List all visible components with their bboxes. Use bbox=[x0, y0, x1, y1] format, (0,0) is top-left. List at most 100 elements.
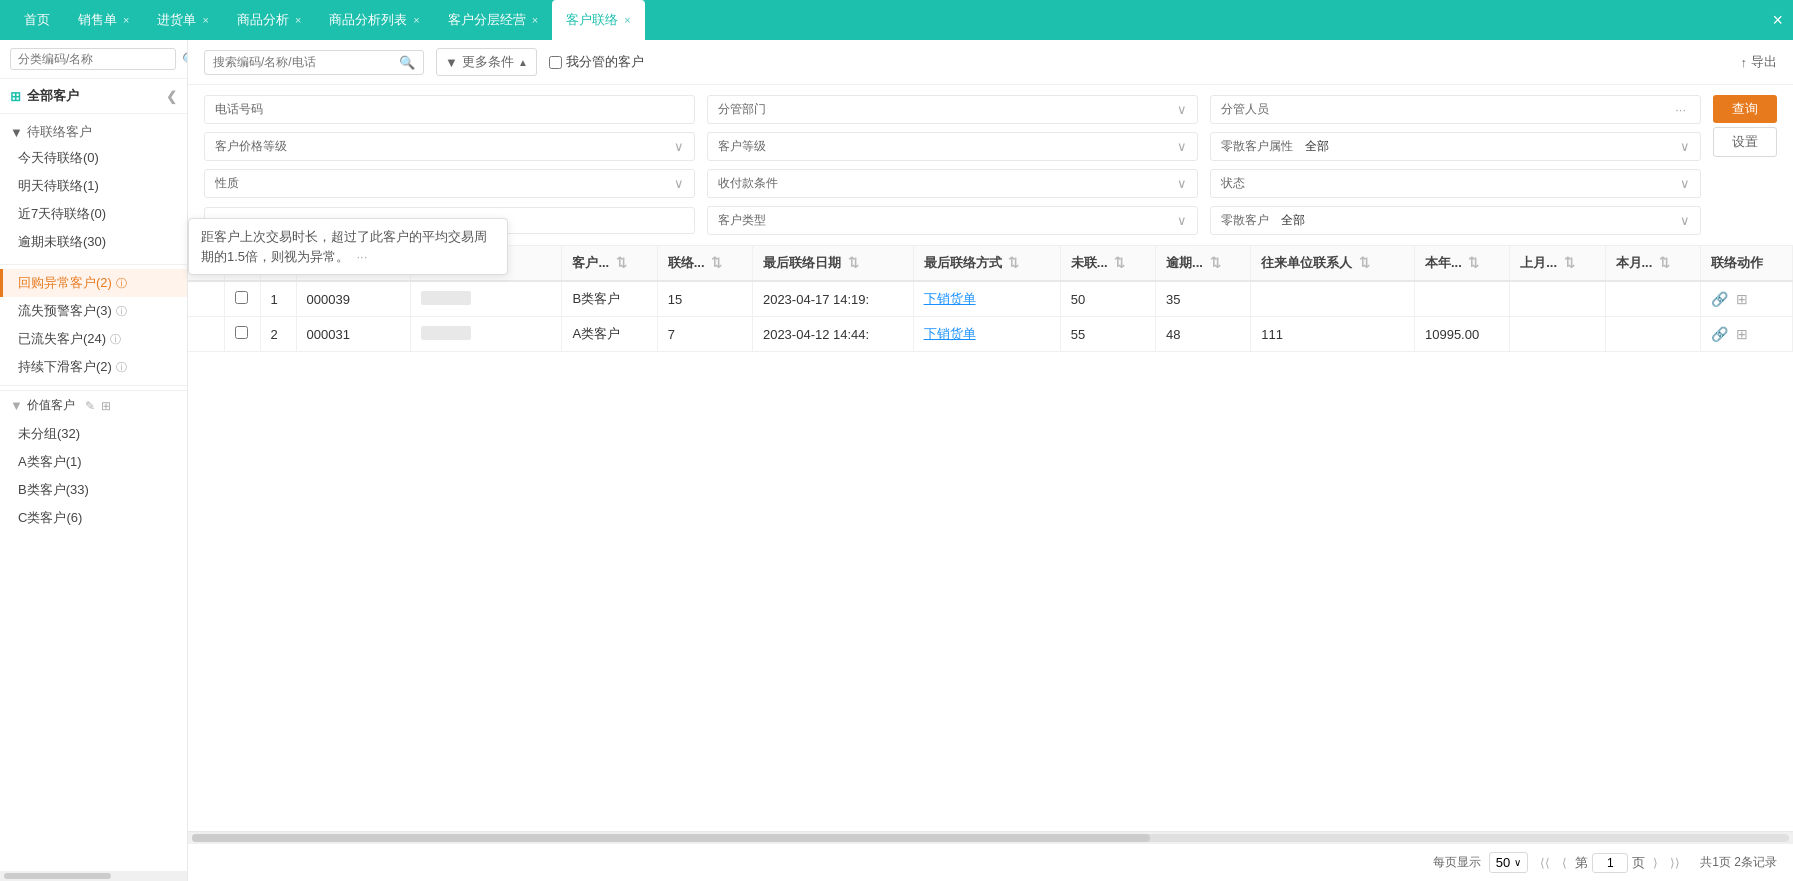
action-buttons: 查询 设置 bbox=[1713, 95, 1777, 157]
close-icon[interactable]: × bbox=[295, 14, 301, 26]
sidebar-item-a-class[interactable]: A类客户(1) bbox=[0, 448, 187, 476]
chevron-down-icon: ∨ bbox=[1177, 102, 1187, 117]
filter-customer-level[interactable]: 客户等级 ∨ bbox=[707, 132, 1198, 161]
filter-payment[interactable]: 收付款条件 ∨ bbox=[707, 169, 1198, 198]
filter-price-level[interactable]: 客户价格等级 ∨ bbox=[204, 132, 695, 161]
td-name bbox=[410, 281, 561, 317]
sidebar-item-7days[interactable]: 近7天待联络(0) bbox=[0, 200, 187, 228]
all-customers-header[interactable]: ⊞ 全部客户 ❮ bbox=[0, 79, 187, 114]
window-close-button[interactable]: × bbox=[1772, 11, 1783, 29]
filter-manager[interactable]: 分管人员 ··· bbox=[1210, 95, 1701, 124]
pagination-total: 共1页 2条记录 bbox=[1700, 854, 1777, 871]
filter-dept[interactable]: 分管部门 ∨ bbox=[707, 95, 1198, 124]
td-code: 000039 bbox=[296, 281, 410, 317]
close-icon[interactable]: × bbox=[413, 14, 419, 26]
th-current-month[interactable]: 本月... ⇅ bbox=[1605, 246, 1700, 281]
per-page-select[interactable]: 50 ∨ bbox=[1489, 852, 1528, 873]
nav-purchase[interactable]: 进货单 × bbox=[143, 0, 222, 40]
th-current-year[interactable]: 本年... ⇅ bbox=[1414, 246, 1509, 281]
nav-product-analysis-list[interactable]: 商品分析列表 × bbox=[315, 0, 433, 40]
tooltip-box: 距客户上次交易时长，超过了此客户的平均交易周期的1.5倍，则视为异常。 ··· bbox=[188, 218, 508, 275]
th-contact[interactable]: 联络... ⇅ bbox=[657, 246, 752, 281]
table-horizontal-scrollbar[interactable] bbox=[188, 831, 1793, 843]
next-page-button[interactable]: ⟩ bbox=[1649, 854, 1662, 872]
th-last-contact-method[interactable]: 最后联络方式 ⇅ bbox=[913, 246, 1060, 281]
link-action-icon[interactable]: 🔗 bbox=[1711, 291, 1728, 307]
filter-retail-attr[interactable]: 零散客户属性 全部 ∨ bbox=[1210, 132, 1701, 161]
sidebar-search-input[interactable] bbox=[10, 48, 176, 70]
nav-product-analysis[interactable]: 商品分析 × bbox=[223, 0, 315, 40]
sidebar-search-area: 🔍 bbox=[0, 40, 187, 79]
my-customers-checkbox[interactable] bbox=[549, 56, 562, 69]
td-settings bbox=[188, 281, 224, 317]
td-current-year: 10995.00 bbox=[1414, 317, 1509, 352]
th-type[interactable]: 客户... ⇅ bbox=[562, 246, 657, 281]
td-checkbox[interactable] bbox=[224, 281, 260, 317]
close-icon[interactable]: × bbox=[202, 14, 208, 26]
phone-input[interactable] bbox=[271, 103, 684, 117]
page-number-input[interactable] bbox=[1592, 853, 1628, 873]
grid-action-icon[interactable]: ⊞ bbox=[1736, 326, 1748, 342]
sidebar-item-b-class[interactable]: B类客户(33) bbox=[0, 476, 187, 504]
first-page-button[interactable]: ⟨⟨ bbox=[1536, 854, 1554, 872]
search-icon[interactable]: 🔍 bbox=[399, 55, 415, 70]
td-checkbox[interactable] bbox=[224, 317, 260, 352]
nav-sales[interactable]: 销售单 × bbox=[64, 0, 143, 40]
prev-page-button[interactable]: ⟨ bbox=[1558, 854, 1571, 872]
last-page-button[interactable]: ⟩⟩ bbox=[1666, 854, 1684, 872]
th-last-month[interactable]: 上月... ⇅ bbox=[1510, 246, 1605, 281]
my-customers-checkbox-label[interactable]: 我分管的客户 bbox=[549, 53, 644, 71]
settings-button[interactable]: 设置 bbox=[1713, 127, 1777, 157]
sidebar-item-tomorrow[interactable]: 明天待联络(1) bbox=[0, 172, 187, 200]
method-link[interactable]: 下销货单 bbox=[924, 291, 976, 306]
grid-action-icon[interactable]: ⊞ bbox=[1736, 291, 1748, 307]
more-icon[interactable]: ··· bbox=[1675, 102, 1686, 117]
close-icon[interactable]: × bbox=[123, 14, 129, 26]
edit-icon[interactable]: ✎ bbox=[85, 399, 95, 413]
sort-icon: ⇅ bbox=[1008, 255, 1019, 270]
pending-contact-title[interactable]: ▼ 待联络客户 bbox=[0, 118, 187, 144]
collapse-icon[interactable]: ❮ bbox=[166, 89, 177, 104]
th-unit-contact[interactable]: 往来单位联系人 ⇅ bbox=[1251, 246, 1415, 281]
sort-icon: ⇅ bbox=[1359, 255, 1370, 270]
export-button[interactable]: ↑ 导出 bbox=[1741, 53, 1778, 71]
td-last-contact-method[interactable]: 下销货单 bbox=[913, 281, 1060, 317]
close-icon[interactable]: × bbox=[532, 14, 538, 26]
filter-customer-type[interactable]: 客户类型 ∨ bbox=[707, 206, 1198, 235]
th-uncontacted[interactable]: 未联... ⇅ bbox=[1060, 246, 1155, 281]
query-button[interactable]: 查询 bbox=[1713, 95, 1777, 123]
method-link[interactable]: 下销货单 bbox=[924, 326, 976, 341]
nav-home[interactable]: 首页 bbox=[10, 0, 64, 40]
row-checkbox[interactable] bbox=[235, 326, 248, 339]
more-conditions-button[interactable]: ▼ 更多条件 ▲ bbox=[436, 48, 537, 76]
row-checkbox[interactable] bbox=[235, 291, 248, 304]
filter-nature[interactable]: 性质 ∨ bbox=[204, 169, 695, 198]
customer-type-label: 客户类型 bbox=[718, 212, 766, 229]
sidebar-item-churned[interactable]: 已流失客户(24) ⓘ bbox=[0, 325, 187, 353]
filter-row-2: 客户价格等级 ∨ 客户等级 ∨ 零散客户属性 全部 bbox=[204, 132, 1701, 161]
close-icon[interactable]: × bbox=[624, 14, 630, 26]
th-last-contact-date[interactable]: 最后联络日期 ⇅ bbox=[752, 246, 913, 281]
search-input[interactable] bbox=[213, 55, 393, 69]
sort-icon: ⇅ bbox=[1564, 255, 1575, 270]
filter-retail-customer[interactable]: 零散客户 全部 ∨ bbox=[1210, 206, 1701, 235]
filter-status[interactable]: 状态 ∨ bbox=[1210, 169, 1701, 198]
sidebar-item-overdue[interactable]: 逾期未联络(30) bbox=[0, 228, 187, 256]
td-last-contact-method[interactable]: 下销货单 bbox=[913, 317, 1060, 352]
info-icon: ⓘ bbox=[116, 276, 127, 291]
chevron-down-icon: ∨ bbox=[674, 139, 684, 154]
settings-icon[interactable]: ⊞ bbox=[101, 399, 111, 413]
sidebar-item-repurchase-anomaly[interactable]: 回购异常客户(2) ⓘ bbox=[0, 269, 187, 297]
sidebar-item-today[interactable]: 今天待联络(0) bbox=[0, 144, 187, 172]
row-actions: 🔗 ⊞ bbox=[1711, 326, 1782, 342]
sidebar-item-churn-warning[interactable]: 流失预警客户(3) ⓘ bbox=[0, 297, 187, 325]
td-name bbox=[410, 317, 561, 352]
sidebar-item-c-class[interactable]: C类客户(6) bbox=[0, 504, 187, 532]
sidebar-scrollbar[interactable] bbox=[0, 871, 187, 881]
nav-customer-layered[interactable]: 客户分层经营 × bbox=[434, 0, 552, 40]
sidebar-item-ungrouped[interactable]: 未分组(32) bbox=[0, 420, 187, 448]
link-action-icon[interactable]: 🔗 bbox=[1711, 326, 1728, 342]
sidebar-item-declining[interactable]: 持续下滑客户(2) ⓘ bbox=[0, 353, 187, 381]
nav-customer-contact[interactable]: 客户联络 × bbox=[552, 0, 644, 40]
th-overdue[interactable]: 逾期... ⇅ bbox=[1156, 246, 1251, 281]
